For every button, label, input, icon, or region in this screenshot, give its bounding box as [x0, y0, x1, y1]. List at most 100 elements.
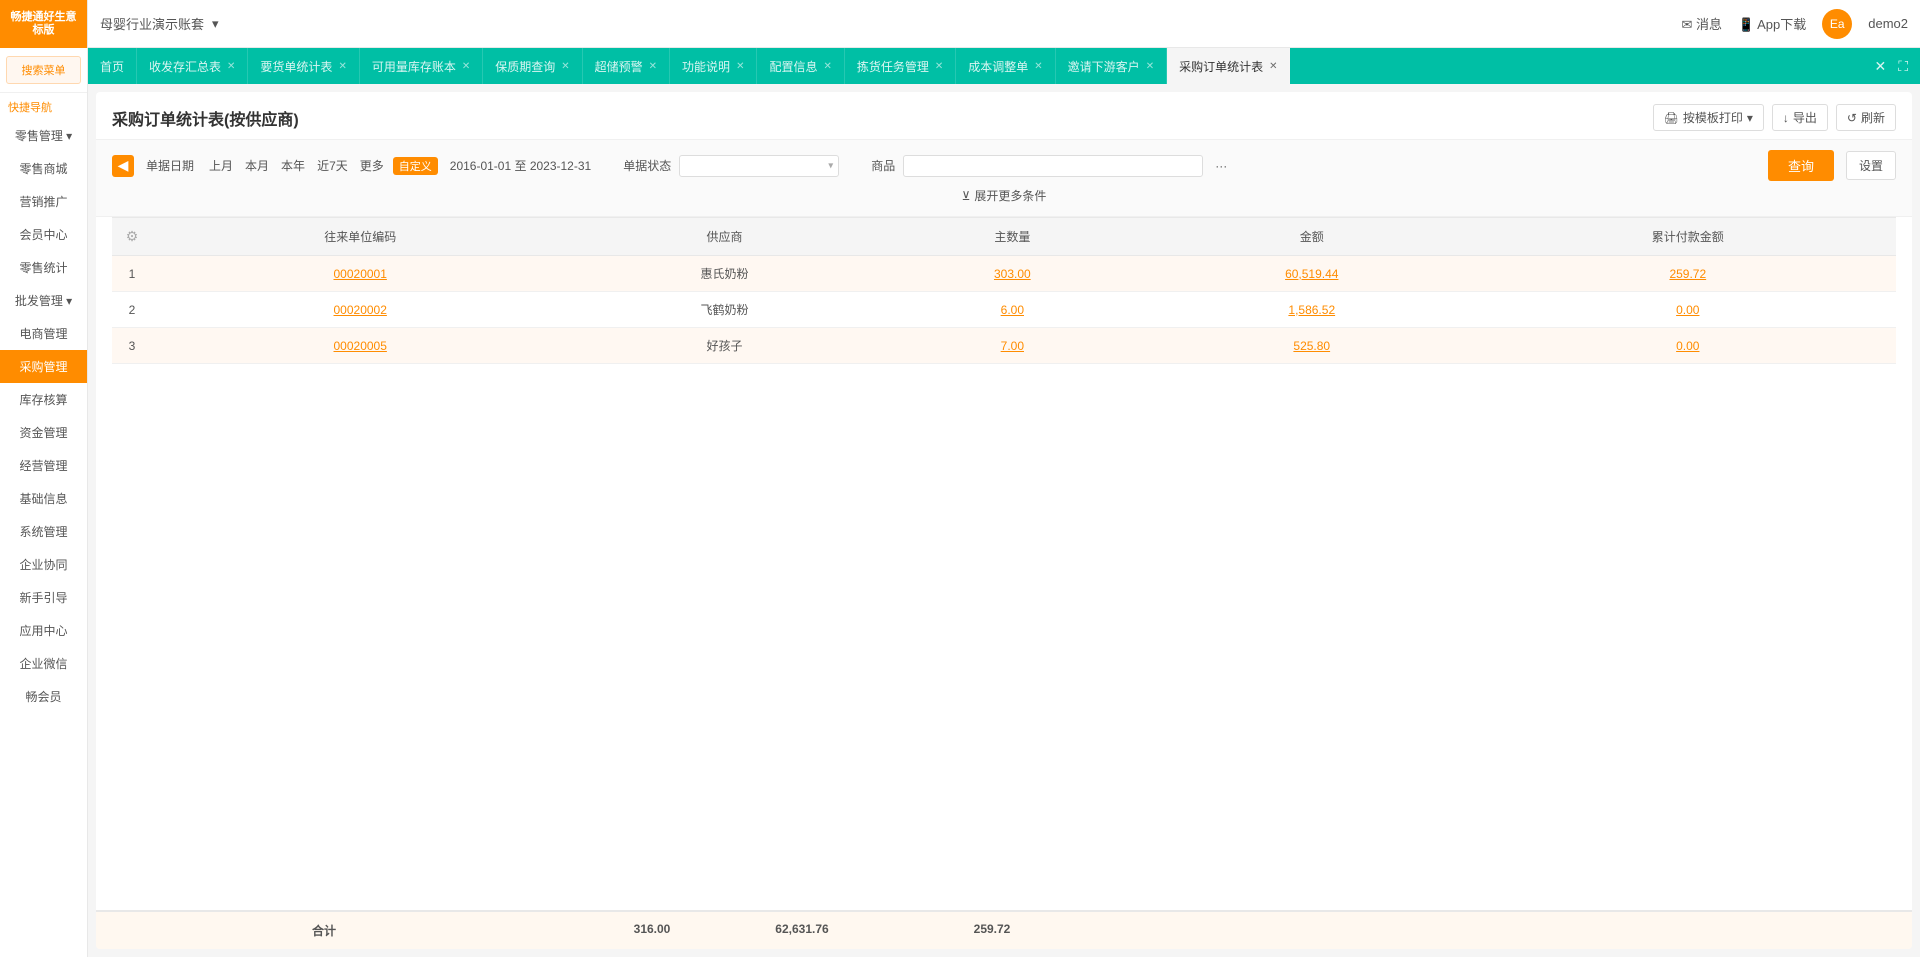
row-amount[interactable]: 60,519.44	[1144, 256, 1480, 292]
row-code[interactable]: 00020001	[152, 256, 568, 292]
row-quantity[interactable]: 6.00	[881, 292, 1144, 328]
goods-input[interactable]	[903, 155, 1203, 177]
row-index: 2	[112, 292, 152, 328]
expand-more-button[interactable]: ⊻ 展开更多条件	[962, 187, 1047, 204]
tab-pick-task[interactable]: 拣货任务管理 ✕	[845, 48, 956, 84]
col-settings: ⚙	[112, 218, 152, 256]
filter-area: ◀ 单据日期 上月 本月 本年 近7天 更多 自定义 2016-01-01 至 …	[96, 140, 1912, 217]
row-code[interactable]: 00020002	[152, 292, 568, 328]
quick-nav-label[interactable]: 快捷导航	[0, 93, 87, 119]
refresh-icon: ↺	[1847, 111, 1857, 125]
row-paid[interactable]: 0.00	[1480, 292, 1896, 328]
row-paid[interactable]: 0.00	[1480, 328, 1896, 364]
tab-close-icon[interactable]: ✕	[823, 61, 831, 72]
tab-expiry-query[interactable]: 保质期查询 ✕	[483, 48, 582, 84]
app-download-button[interactable]: 📱 App下载	[1738, 14, 1806, 33]
query-button[interactable]: 查询	[1768, 150, 1834, 181]
print-icon: 🖨	[1664, 111, 1679, 125]
tab-cost-adjust[interactable]: 成本调整单 ✕	[956, 48, 1055, 84]
tab-config-info[interactable]: 配置信息 ✕	[757, 48, 844, 84]
shortcut-more[interactable]: 更多	[357, 156, 387, 175]
tab-close-icon[interactable]: ✕	[462, 61, 470, 72]
export-button[interactable]: ↓ 导出	[1772, 104, 1828, 131]
tab-invite-downstream[interactable]: 邀请下游客户 ✕	[1056, 48, 1167, 84]
sidebar-item-retail-mall[interactable]: 零售商城	[0, 152, 87, 185]
sidebar-item-enterprise-collab[interactable]: 企业协同	[0, 548, 87, 581]
main-area: 母婴行业演示账套 ▾ ✉ 消息 📱 App下载 Ea demo2 首页 收发存汇…	[88, 0, 1920, 957]
sidebar-item-basic-info[interactable]: 基础信息	[0, 482, 87, 515]
row-quantity[interactable]: 7.00	[881, 328, 1144, 364]
table-row: 1 00020001 惠氏奶粉 303.00 60,519.44 259.72	[112, 256, 1896, 292]
message-button[interactable]: ✉ 消息	[1681, 14, 1722, 33]
tab-home[interactable]: 首页	[88, 48, 137, 84]
tab-available-inventory[interactable]: 可用量库存账本 ✕	[360, 48, 483, 84]
shortcut-this-year[interactable]: 本年	[278, 156, 308, 175]
workspace-selector[interactable]: 母婴行业演示账套 ▾	[100, 14, 219, 33]
sidebar-item-app-center[interactable]: 应用中心	[0, 614, 87, 647]
shortcut-7days[interactable]: 近7天	[314, 156, 351, 175]
tab-purchase-order-stats[interactable]: 采购订单统计表 ✕	[1167, 48, 1290, 84]
sidebar-item-purchase[interactable]: 采购管理	[0, 350, 87, 383]
tab-close-icon[interactable]: ✕	[935, 61, 943, 72]
sidebar-item-system[interactable]: 系统管理	[0, 515, 87, 548]
row-amount[interactable]: 525.80	[1144, 328, 1480, 364]
row-paid[interactable]: 259.72	[1480, 256, 1896, 292]
sidebar-item-finance[interactable]: 资金管理	[0, 416, 87, 449]
table-row: 3 00020005 好孩子 7.00 525.80 0.00	[112, 328, 1896, 364]
expand-more-row: ⊻ 展开更多条件	[112, 181, 1896, 206]
row-index: 3	[112, 328, 152, 364]
tab-function-desc[interactable]: 功能说明 ✕	[670, 48, 757, 84]
tab-close-icon[interactable]: ✕	[227, 61, 235, 72]
row-quantity[interactable]: 303.00	[881, 256, 1144, 292]
tab-order-stats[interactable]: 要货单统计表 ✕	[248, 48, 359, 84]
row-code[interactable]: 00020005	[152, 328, 568, 364]
filter-toggle-button[interactable]: ◀	[112, 155, 134, 177]
goods-more-button[interactable]: ···	[1211, 157, 1231, 175]
shortcut-this-month[interactable]: 本月	[242, 156, 272, 175]
sidebar-item-operations[interactable]: 经营管理	[0, 449, 87, 482]
table-footer: 合计 316.00 62,631.76 259.72	[96, 910, 1912, 949]
sidebar-item-enterprise-wechat[interactable]: 企业微信	[0, 647, 87, 680]
sidebar-item-retail-mgmt[interactable]: 零售管理 ▾	[0, 119, 87, 152]
row-amount[interactable]: 1,586.52	[1144, 292, 1480, 328]
tab-close-icon[interactable]: ✕	[338, 61, 346, 72]
tab-close-icon[interactable]: ✕	[736, 61, 744, 72]
custom-date-button[interactable]: 自定义	[393, 157, 438, 175]
sidebar: 畅捷通好生意 标版 搜索菜单 快捷导航 零售管理 ▾ 零售商城 营销推广 会员中…	[0, 0, 88, 957]
search-menu-button[interactable]: 搜索菜单	[6, 56, 81, 84]
footer-empty-col2	[152, 922, 312, 939]
tab-overstock-warning[interactable]: 超储预警 ✕	[583, 48, 670, 84]
settings-button[interactable]: 设置	[1846, 151, 1896, 180]
sidebar-item-wholesale[interactable]: 批发管理 ▾	[0, 284, 87, 317]
restore-window-button[interactable]: ⛶	[1894, 56, 1912, 77]
tab-close-icon[interactable]: ✕	[561, 61, 569, 72]
column-settings-icon[interactable]: ⚙	[126, 228, 139, 244]
user-name-label[interactable]: demo2	[1868, 16, 1908, 31]
page-content: 采购订单统计表(按供应商) 🖨 按模板打印 ▾ ↓ 导出 ↺ 刷新	[88, 84, 1920, 957]
sidebar-item-ecommerce[interactable]: 电商管理	[0, 317, 87, 350]
sidebar-item-newbie[interactable]: 新手引导	[0, 581, 87, 614]
tab-close-icon[interactable]: ✕	[1269, 61, 1277, 72]
tab-close-icon[interactable]: ✕	[649, 61, 657, 72]
status-select[interactable]	[679, 155, 839, 177]
template-print-button[interactable]: 🖨 按模板打印 ▾	[1653, 104, 1764, 131]
tab-close-icon[interactable]: ✕	[1034, 61, 1042, 72]
shortcut-last-month[interactable]: 上月	[206, 156, 236, 175]
sidebar-item-marketing[interactable]: 营销推广	[0, 185, 87, 218]
tab-bar: 首页 收发存汇总表 ✕ 要货单统计表 ✕ 可用量库存账本 ✕ 保质期查询 ✕ 超…	[88, 48, 1920, 84]
close-tab-button[interactable]: ✕	[1870, 56, 1890, 77]
goods-label: 商品	[871, 157, 895, 174]
sidebar-item-inventory[interactable]: 库存核算	[0, 383, 87, 416]
row-supplier: 好孩子	[568, 328, 880, 364]
footer-quantity: 316.00	[592, 922, 712, 939]
tab-close-icon[interactable]: ✕	[1146, 61, 1154, 72]
sidebar-item-vip[interactable]: 畅会员	[0, 680, 87, 713]
refresh-button[interactable]: ↺ 刷新	[1836, 104, 1896, 131]
status-label: 单据状态	[623, 157, 671, 174]
sidebar-item-retail-stats[interactable]: 零售统计	[0, 251, 87, 284]
page-title-actions: 🖨 按模板打印 ▾ ↓ 导出 ↺ 刷新	[1653, 104, 1896, 131]
sidebar-item-member[interactable]: 会员中心	[0, 218, 87, 251]
user-avatar[interactable]: Ea	[1822, 9, 1852, 39]
dropdown-arrow-icon: ▾	[1747, 111, 1753, 125]
tab-receive-summary[interactable]: 收发存汇总表 ✕	[137, 48, 248, 84]
